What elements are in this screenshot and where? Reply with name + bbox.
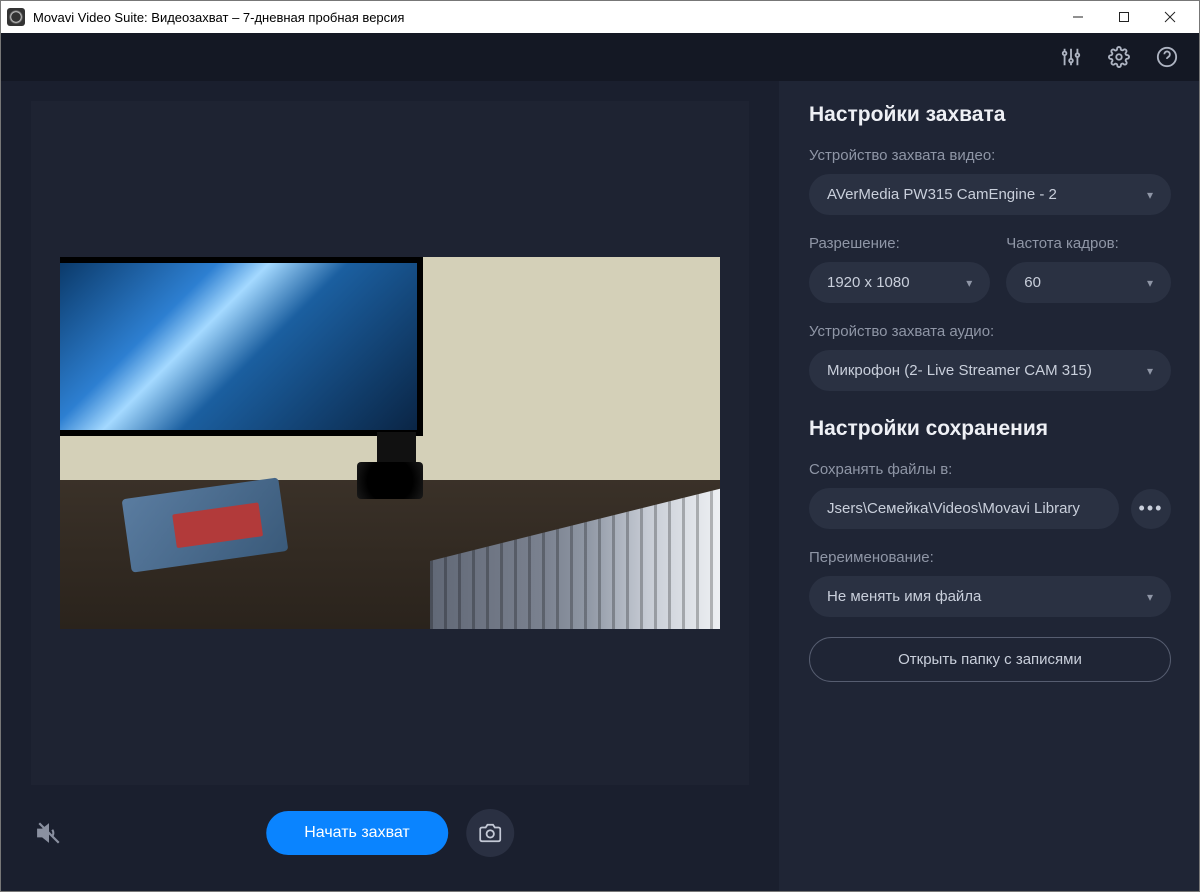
ellipsis-icon: ••• <box>1139 498 1164 519</box>
minimize-button[interactable] <box>1055 1 1101 33</box>
rename-label: Переименование: <box>809 549 1171 566</box>
center-controls: Начать захват <box>266 809 514 857</box>
browse-path-button[interactable]: ••• <box>1131 489 1171 529</box>
close-icon <box>1164 11 1176 23</box>
preview-controls: Начать захват <box>31 803 749 863</box>
chevron-down-icon: ▾ <box>1147 364 1153 378</box>
chevron-down-icon: ▾ <box>1147 188 1153 202</box>
scene-monitor-screen <box>60 263 417 429</box>
framerate-select[interactable]: 60 ▾ <box>1006 262 1171 303</box>
help-button[interactable] <box>1153 43 1181 71</box>
capture-settings-heading: Настройки захвата <box>809 103 1171 127</box>
webcam-scene <box>60 257 720 628</box>
chevron-down-icon: ▾ <box>1147 590 1153 604</box>
scene-monitor <box>60 257 423 435</box>
start-capture-button[interactable]: Начать захват <box>266 811 448 855</box>
chevron-down-icon: ▾ <box>1147 276 1153 290</box>
app-window: Movavi Video Suite: Видеозахват – 7-днев… <box>0 0 1200 892</box>
audio-device-label: Устройство захвата аудио: <box>809 323 1171 340</box>
open-folder-button[interactable]: Открыть папку с записями <box>809 637 1171 682</box>
app-logo-icon <box>7 8 25 26</box>
video-preview <box>60 257 720 628</box>
resolution-select[interactable]: 1920 x 1080 ▾ <box>809 262 990 303</box>
chevron-down-icon: ▾ <box>966 276 972 290</box>
window-title: Movavi Video Suite: Видеозахват – 7-днев… <box>33 10 1055 25</box>
mute-button[interactable] <box>31 815 67 851</box>
settings-pane: › Настройки захвата Устройство захвата в… <box>779 81 1199 891</box>
framerate-label: Частота кадров: <box>1006 235 1171 252</box>
close-button[interactable] <box>1147 1 1193 33</box>
speaker-muted-icon <box>36 820 62 846</box>
rename-value: Не менять имя файла <box>827 588 981 605</box>
save-to-label: Сохранять файлы в: <box>809 461 1171 478</box>
audio-device-value: Микрофон (2- Live Streamer CAM 315) <box>827 362 1092 379</box>
snapshot-button[interactable] <box>466 809 514 857</box>
video-preview-area <box>31 101 749 785</box>
video-device-select[interactable]: AVerMedia PW315 CamEngine - 2 ▾ <box>809 174 1171 215</box>
video-device-value: AVerMedia PW315 CamEngine - 2 <box>827 186 1057 203</box>
audio-device-select[interactable]: Микрофон (2- Live Streamer CAM 315) ▾ <box>809 350 1171 391</box>
gear-icon <box>1108 46 1130 68</box>
camera-icon <box>479 822 501 844</box>
sliders-icon <box>1060 46 1082 68</box>
maximize-button[interactable] <box>1101 1 1147 33</box>
settings-button[interactable] <box>1105 43 1133 71</box>
scene-packet <box>122 477 289 573</box>
effects-button[interactable] <box>1057 43 1085 71</box>
rename-select[interactable]: Не менять имя файла ▾ <box>809 576 1171 617</box>
save-settings-heading: Настройки сохранения <box>809 417 1171 441</box>
content-area: Начать захват › Настройки захвата Устрой… <box>1 81 1199 891</box>
help-icon <box>1156 46 1178 68</box>
scene-keyboard <box>430 488 720 628</box>
save-path-field[interactable]: Jsers\Семейка\Videos\Movavi Library <box>809 488 1119 529</box>
window-controls <box>1055 1 1193 33</box>
titlebar: Movavi Video Suite: Видеозахват – 7-днев… <box>1 1 1199 33</box>
scene-camera <box>357 462 423 499</box>
maximize-icon <box>1118 11 1130 23</box>
preview-pane: Начать захват <box>1 81 779 891</box>
framerate-value: 60 <box>1024 274 1041 291</box>
minimize-icon <box>1072 11 1084 23</box>
resolution-label: Разрешение: <box>809 235 990 252</box>
top-toolbar <box>1 33 1199 81</box>
video-device-label: Устройство захвата видео: <box>809 147 1171 164</box>
resolution-value: 1920 x 1080 <box>827 274 910 291</box>
